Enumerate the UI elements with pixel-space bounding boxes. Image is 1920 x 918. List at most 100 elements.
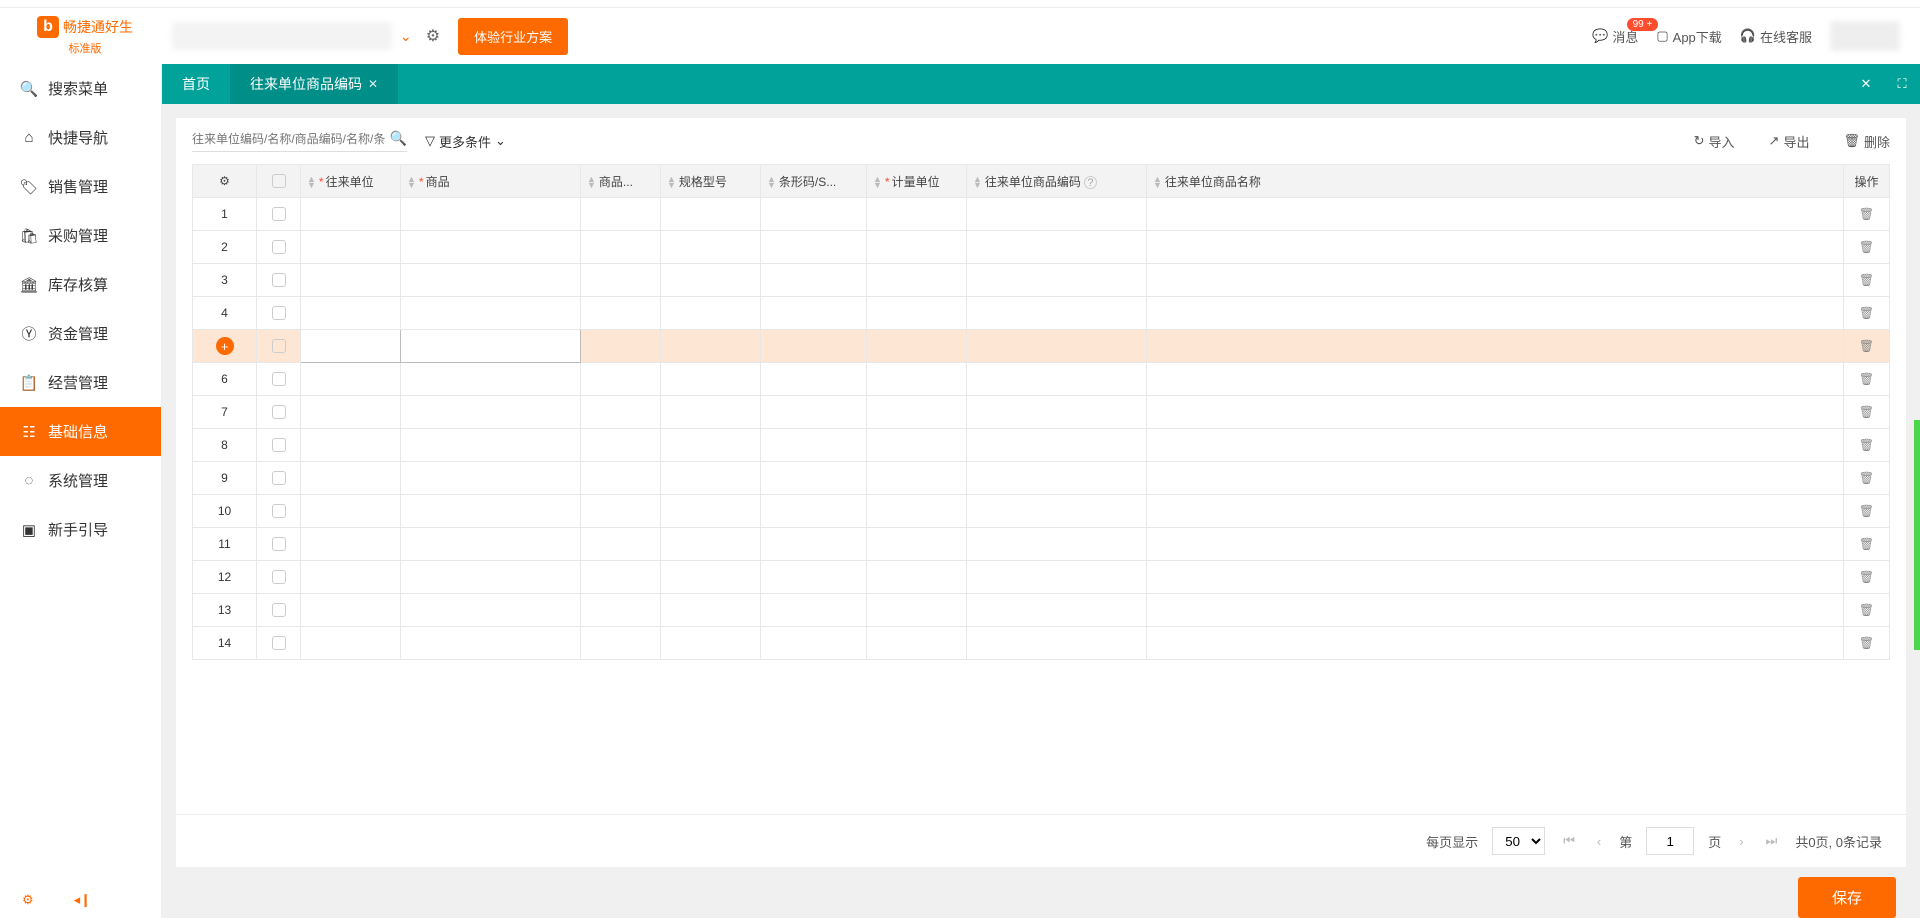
cell[interactable] — [661, 396, 761, 429]
cell[interactable] — [761, 528, 867, 561]
sidebar-item-fund[interactable]: Ⓨ资金管理 — [0, 309, 161, 358]
table-row[interactable]: 1🗑 — [193, 198, 1890, 231]
cell[interactable] — [967, 429, 1147, 462]
cell[interactable] — [867, 264, 967, 297]
row-check[interactable] — [257, 627, 301, 660]
row-check[interactable] — [257, 495, 301, 528]
cell[interactable] — [581, 561, 661, 594]
checkbox[interactable] — [272, 438, 286, 452]
trial-button[interactable]: 体验行业方案 — [458, 18, 568, 55]
col-partner-product-name[interactable]: ▲▼往来单位商品名称 — [1147, 165, 1844, 198]
cell[interactable] — [967, 594, 1147, 627]
cell[interactable] — [761, 231, 867, 264]
sidebar-item-search[interactable]: 🔍搜索菜单 — [0, 64, 161, 113]
col-uom[interactable]: ▲▼*计量单位 — [867, 165, 967, 198]
sidebar-item-purchase[interactable]: 🛍采购管理 — [0, 211, 161, 260]
add-row-icon[interactable]: + — [216, 337, 234, 355]
cell[interactable] — [401, 462, 581, 495]
cell[interactable] — [581, 198, 661, 231]
col-product[interactable]: ▲▼*商品 — [401, 165, 581, 198]
cell[interactable] — [661, 264, 761, 297]
export-button[interactable]: ↗导出 — [1769, 132, 1810, 151]
gear-icon[interactable]: ⚙ — [426, 26, 440, 46]
table-scroll[interactable]: ⚙ ▲▼*往来单位 ▲▼*商品 ▲▼商品... ▲▼规格型号 ▲▼条形码/S..… — [176, 164, 1906, 814]
table-row[interactable]: 4🗑 — [193, 297, 1890, 330]
trash-icon[interactable]: 🗑 — [1859, 405, 1874, 419]
cell[interactable] — [661, 528, 761, 561]
cell[interactable] — [967, 363, 1147, 396]
checkbox[interactable] — [272, 570, 286, 584]
cell[interactable] — [867, 231, 967, 264]
sidebar-item-inventory[interactable]: 🏛库存核算 — [0, 260, 161, 309]
cell[interactable] — [867, 594, 967, 627]
checkbox[interactable] — [272, 339, 286, 353]
search-input[interactable] — [192, 132, 390, 146]
messages-link[interactable]: 💬 消息 99 + — [1592, 27, 1638, 46]
cell[interactable] — [867, 198, 967, 231]
cell[interactable] — [661, 429, 761, 462]
col-partner-unit[interactable]: ▲▼*往来单位 — [301, 165, 401, 198]
cell[interactable] — [761, 396, 867, 429]
cell[interactable] — [401, 495, 581, 528]
cell[interactable] — [581, 462, 661, 495]
download-link[interactable]: ▢ App下载 — [1656, 27, 1721, 46]
tab-partner-product-code[interactable]: 往来单位商品编码 ✕ — [230, 64, 398, 104]
cell[interactable] — [401, 561, 581, 594]
row-delete[interactable]: 🗑 — [1844, 627, 1890, 660]
cell[interactable] — [581, 330, 661, 363]
checkbox[interactable] — [272, 405, 286, 419]
cell[interactable] — [867, 330, 967, 363]
cell[interactable] — [761, 330, 867, 363]
cell[interactable] — [661, 198, 761, 231]
cell[interactable] — [581, 627, 661, 660]
cell[interactable] — [867, 528, 967, 561]
cell[interactable] — [581, 231, 661, 264]
last-page-icon[interactable]: ⏭ — [1762, 833, 1782, 849]
cell[interactable] — [867, 297, 967, 330]
trash-icon[interactable]: 🗑 — [1859, 504, 1874, 518]
sidebar-item-operation[interactable]: 📋经营管理 — [0, 358, 161, 407]
cell[interactable] — [967, 561, 1147, 594]
row-check[interactable] — [257, 561, 301, 594]
table-row[interactable]: 10🗑 — [193, 495, 1890, 528]
row-check[interactable] — [257, 330, 301, 363]
sidebar-item-sales[interactable]: 🏷销售管理 — [0, 162, 161, 211]
cell[interactable] — [301, 297, 401, 330]
per-page-select[interactable]: 50 — [1492, 827, 1545, 855]
cell[interactable] — [401, 264, 581, 297]
checkbox[interactable] — [272, 174, 286, 188]
cell[interactable] — [1147, 363, 1844, 396]
row-check[interactable] — [257, 528, 301, 561]
row-check[interactable] — [257, 594, 301, 627]
row-delete[interactable]: 🗑 — [1844, 297, 1890, 330]
cell[interactable] — [661, 297, 761, 330]
cell[interactable] — [967, 297, 1147, 330]
cell[interactable] — [967, 198, 1147, 231]
row-delete[interactable]: 🗑 — [1844, 198, 1890, 231]
col-product-name[interactable]: ▲▼商品... — [581, 165, 661, 198]
cell[interactable] — [867, 429, 967, 462]
checkbox[interactable] — [272, 207, 286, 221]
checkbox[interactable] — [272, 372, 286, 386]
cell[interactable] — [581, 264, 661, 297]
support-link[interactable]: 🎧 在线客服 — [1740, 27, 1812, 46]
cell[interactable] — [301, 594, 401, 627]
cell[interactable] — [1147, 528, 1844, 561]
cell[interactable] — [581, 363, 661, 396]
row-delete[interactable]: 🗑 — [1844, 396, 1890, 429]
cell[interactable] — [761, 594, 867, 627]
cell[interactable] — [867, 363, 967, 396]
trash-icon[interactable]: 🗑 — [1859, 339, 1874, 353]
cell[interactable] — [967, 528, 1147, 561]
cell[interactable] — [301, 396, 401, 429]
fullscreen-icon[interactable]: ⛶ — [1884, 76, 1920, 92]
cell[interactable] — [867, 495, 967, 528]
prev-page-icon[interactable]: ‹ — [1593, 834, 1605, 849]
cell[interactable] — [761, 561, 867, 594]
row-check[interactable] — [257, 429, 301, 462]
cell[interactable] — [401, 396, 581, 429]
save-button[interactable]: 保存 — [1798, 877, 1896, 918]
cell[interactable] — [867, 396, 967, 429]
cell[interactable] — [401, 429, 581, 462]
cell[interactable] — [401, 231, 581, 264]
